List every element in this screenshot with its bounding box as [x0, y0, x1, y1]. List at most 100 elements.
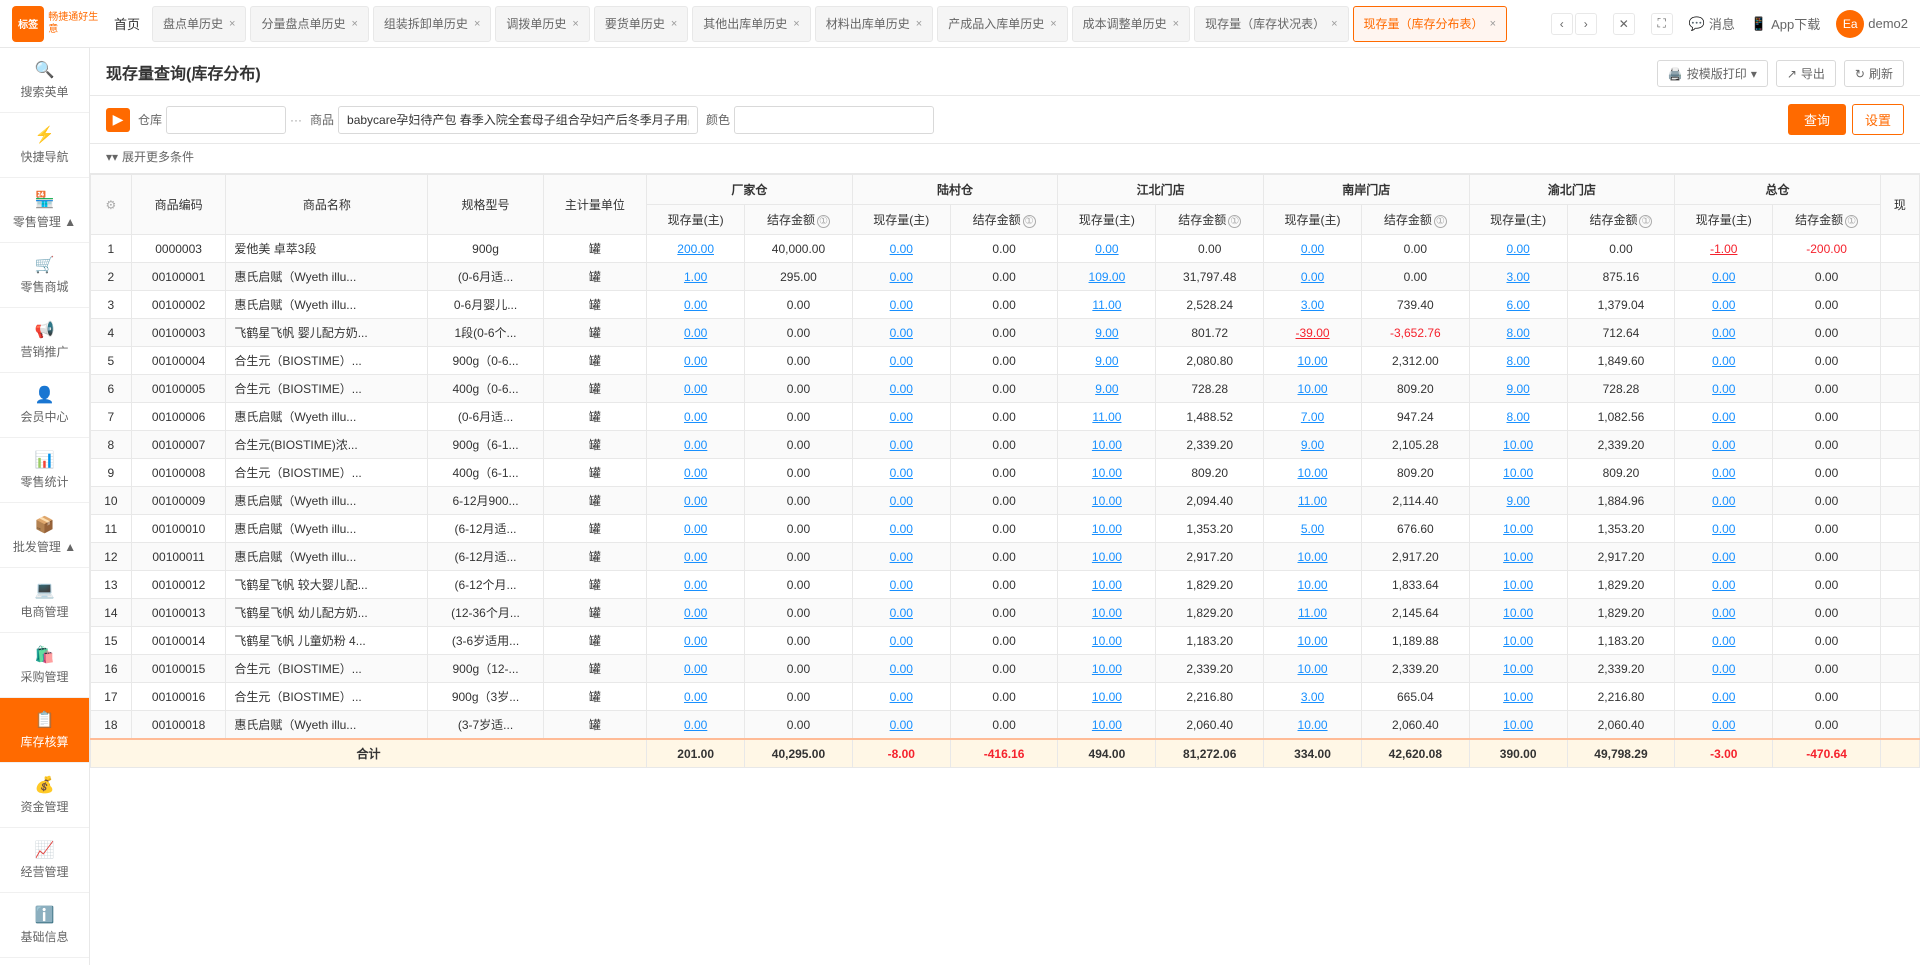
cell-tot-qty[interactable]: 0.00	[1675, 263, 1773, 291]
cell-tot-qty[interactable]: -1.00	[1675, 235, 1773, 263]
cell-yb-qty[interactable]: 10.00	[1469, 599, 1567, 627]
settings-button[interactable]: 设置	[1852, 104, 1904, 135]
cell-na-qty[interactable]: 10.00	[1263, 375, 1361, 403]
tab-close-icon-2[interactable]: ×	[474, 18, 480, 30]
tab-9[interactable]: 现存量（库存状况表）×	[1194, 6, 1348, 42]
cell-l-qty[interactable]: 0.00	[852, 375, 950, 403]
sidebar-item-9[interactable]: 🛍️采购管理	[0, 633, 89, 698]
sidebar-item-2[interactable]: 🏪零售管理 ▲	[0, 178, 89, 243]
tab-10[interactable]: 现存量（库存分布表）×	[1353, 6, 1507, 42]
cell-f-qty[interactable]: 1.00	[647, 263, 745, 291]
cell-l-qty[interactable]: 0.00	[852, 235, 950, 263]
cell-yb-qty[interactable]: 10.00	[1469, 683, 1567, 711]
tab-close-icon-6[interactable]: ×	[916, 18, 922, 30]
cell-jb-qty[interactable]: 10.00	[1058, 543, 1156, 571]
yb-amt-info-icon[interactable]: ①	[1639, 215, 1652, 228]
cell-tot-qty[interactable]: 0.00	[1675, 655, 1773, 683]
cell-l-qty[interactable]: 0.00	[852, 403, 950, 431]
cell-tot-qty[interactable]: 0.00	[1675, 627, 1773, 655]
cell-l-qty[interactable]: 0.00	[852, 599, 950, 627]
expand-more-button[interactable]: ▾▾ 展开更多条件	[106, 148, 1904, 165]
tab-close-icon-5[interactable]: ×	[793, 18, 799, 30]
cell-yb-qty[interactable]: 10.00	[1469, 459, 1567, 487]
cell-f-qty[interactable]: 0.00	[647, 347, 745, 375]
nav-next-arrow[interactable]: ›	[1575, 13, 1597, 35]
cell-l-qty[interactable]: 0.00	[852, 515, 950, 543]
sidebar-item-7[interactable]: 📦批发管理 ▲	[0, 503, 89, 568]
sidebar-item-14[interactable]: ⚙️系统管理	[0, 958, 89, 965]
tab-close-icon-10[interactable]: ×	[1490, 18, 1496, 30]
cell-na-qty[interactable]: 10.00	[1263, 459, 1361, 487]
cell-yb-qty[interactable]: 10.00	[1469, 711, 1567, 740]
tab-close-icon-4[interactable]: ×	[671, 18, 677, 30]
cell-na-qty[interactable]: 0.00	[1263, 263, 1361, 291]
refresh-button[interactable]: ↻ 刷新	[1844, 60, 1904, 87]
sidebar-item-13[interactable]: ℹ️基础信息	[0, 893, 89, 958]
cell-yb-qty[interactable]: 8.00	[1469, 319, 1567, 347]
close-tabs-button[interactable]: ✕	[1613, 13, 1635, 35]
cell-l-qty[interactable]: 0.00	[852, 571, 950, 599]
tab-6[interactable]: 材料出库单历史×	[815, 6, 933, 42]
cell-tot-qty[interactable]: 0.00	[1675, 683, 1773, 711]
cell-l-qty[interactable]: 0.00	[852, 263, 950, 291]
cell-na-qty[interactable]: 0.00	[1263, 235, 1361, 263]
cell-tot-qty[interactable]: 0.00	[1675, 571, 1773, 599]
cell-na-qty[interactable]: 10.00	[1263, 655, 1361, 683]
cell-yb-qty[interactable]: 10.00	[1469, 431, 1567, 459]
cell-jb-qty[interactable]: 11.00	[1058, 403, 1156, 431]
sidebar-item-10[interactable]: 📋库存核算	[0, 698, 89, 763]
cell-l-qty[interactable]: 0.00	[852, 347, 950, 375]
cell-yb-qty[interactable]: 10.00	[1469, 543, 1567, 571]
tab-4[interactable]: 要货单历史×	[594, 6, 688, 42]
cell-na-qty[interactable]: 10.00	[1263, 571, 1361, 599]
cell-f-qty[interactable]: 0.00	[647, 291, 745, 319]
tab-close-icon-8[interactable]: ×	[1173, 18, 1179, 30]
nav-prev-arrow[interactable]: ‹	[1551, 13, 1573, 35]
goods-input[interactable]	[338, 106, 698, 134]
cell-na-qty[interactable]: 3.00	[1263, 291, 1361, 319]
cell-f-qty[interactable]: 0.00	[647, 599, 745, 627]
tot-amt-info-icon[interactable]: ①	[1845, 215, 1858, 228]
tab-2[interactable]: 组装拆卸单历史×	[373, 6, 491, 42]
cell-yb-qty[interactable]: 10.00	[1469, 655, 1567, 683]
sidebar-item-8[interactable]: 💻电商管理	[0, 568, 89, 633]
cell-na-qty[interactable]: 10.00	[1263, 543, 1361, 571]
cell-l-qty[interactable]: 0.00	[852, 459, 950, 487]
sidebar-item-12[interactable]: 📈经营管理	[0, 828, 89, 893]
cell-l-qty[interactable]: 0.00	[852, 711, 950, 740]
sidebar-item-1[interactable]: ⚡快捷导航	[0, 113, 89, 178]
cell-tot-qty[interactable]: 0.00	[1675, 487, 1773, 515]
cell-jb-qty[interactable]: 10.00	[1058, 487, 1156, 515]
cell-f-qty[interactable]: 0.00	[647, 375, 745, 403]
cell-yb-qty[interactable]: 8.00	[1469, 347, 1567, 375]
cell-jb-qty[interactable]: 9.00	[1058, 375, 1156, 403]
cell-l-qty[interactable]: 0.00	[852, 431, 950, 459]
cell-l-qty[interactable]: 0.00	[852, 683, 950, 711]
cell-yb-qty[interactable]: 0.00	[1469, 235, 1567, 263]
cell-f-qty[interactable]: 0.00	[647, 683, 745, 711]
cell-f-qty[interactable]: 0.00	[647, 543, 745, 571]
cell-jb-qty[interactable]: 10.00	[1058, 599, 1156, 627]
cell-yb-qty[interactable]: 8.00	[1469, 403, 1567, 431]
cell-f-qty[interactable]: 0.00	[647, 403, 745, 431]
user-area[interactable]: Ea demo2	[1836, 10, 1908, 38]
tab-close-icon-3[interactable]: ×	[572, 18, 578, 30]
cell-jb-qty[interactable]: 10.00	[1058, 431, 1156, 459]
cell-na-qty[interactable]: 5.00	[1263, 515, 1361, 543]
cell-na-qty[interactable]: 10.00	[1263, 347, 1361, 375]
expand-button[interactable]: ⛶	[1651, 13, 1673, 35]
cell-jb-qty[interactable]: 10.00	[1058, 655, 1156, 683]
cell-tot-qty[interactable]: 0.00	[1675, 599, 1773, 627]
cell-jb-qty[interactable]: 10.00	[1058, 571, 1156, 599]
cell-yb-qty[interactable]: 6.00	[1469, 291, 1567, 319]
cell-tot-qty[interactable]: 0.00	[1675, 459, 1773, 487]
cell-f-qty[interactable]: 0.00	[647, 571, 745, 599]
cell-f-qty[interactable]: 200.00	[647, 235, 745, 263]
cell-jb-qty[interactable]: 10.00	[1058, 711, 1156, 740]
cell-na-qty[interactable]: 7.00	[1263, 403, 1361, 431]
cell-f-qty[interactable]: 0.00	[647, 319, 745, 347]
cell-jb-qty[interactable]: 10.00	[1058, 515, 1156, 543]
cell-yb-qty[interactable]: 10.00	[1469, 515, 1567, 543]
message-button[interactable]: 💬 消息	[1689, 14, 1735, 33]
cell-jb-qty[interactable]: 9.00	[1058, 347, 1156, 375]
